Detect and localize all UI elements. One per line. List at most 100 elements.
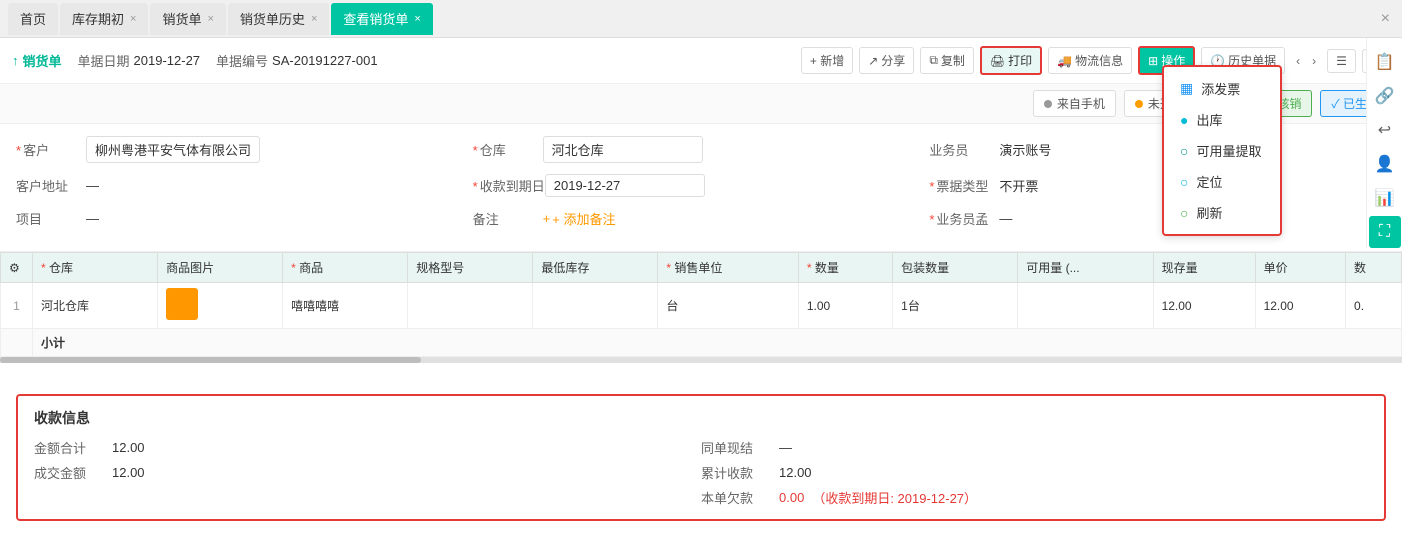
table-row: 1 河北仓库 嘻嘻嘻嘻 台 1.00 1台 12.00 12.00 0. [1, 283, 1402, 329]
col-quantity: * 数量 [798, 253, 892, 283]
add-invoice-item[interactable]: ▦ 添发票 [1164, 73, 1280, 104]
payment-grid: 金额合计 12.00 同单现结 — 成交金额 12.00 累计收款 12.00 … [34, 438, 1368, 507]
right-sidebar: 📋 🔗 ↩ 👤 📊 ⛶ [1366, 38, 1402, 248]
total-amount-value: 12.00 [112, 440, 145, 455]
from-phone-button[interactable]: 来自手机 [1033, 90, 1116, 117]
same-order-row: 同单现结 — [701, 438, 1368, 457]
operation-dropdown: ▦ 添发票 ● 出库 ○ 可用量提取 ○ 定位 ○ 刷新 [1162, 65, 1282, 236]
staff-field: 业务员 演示账号 [929, 137, 1386, 162]
scroll-bar[interactable] [0, 357, 1402, 363]
tab-check-sales-close[interactable]: × [414, 13, 420, 25]
sidebar-icon-user[interactable]: 👤 [1369, 148, 1401, 180]
project-field: 项目 — [16, 208, 473, 229]
copy-button[interactable]: ⧉ 复制 [920, 47, 974, 74]
refresh-item[interactable]: ○ 刷新 [1164, 197, 1280, 228]
print-icon: 🖨 [990, 54, 1005, 68]
sidebar-icon-return[interactable]: ↩ [1369, 114, 1401, 146]
copy-icon: ⧉ [929, 53, 938, 68]
cumulative-row: 累计收款 12.00 [701, 463, 1368, 482]
subtotal-label: 小计 [33, 329, 1402, 357]
add-note-button[interactable]: + + 添加备注 [543, 209, 616, 228]
prev-arrow[interactable]: ‹ [1291, 51, 1305, 71]
data-table: ⚙ * 仓库 商品图片 * 商品 规格型号 最低库存 * 销售单位 * 数量 包… [0, 252, 1402, 357]
row-available [1018, 283, 1153, 329]
tab-sales-order-close[interactable]: × [207, 13, 213, 25]
tab-check-sales[interactable]: 查看销货单 × [331, 3, 432, 35]
same-order-value: — [779, 440, 792, 455]
warehouse-field: *仓库 河北仓库 [473, 136, 930, 163]
sidebar-icon-chart[interactable]: 📊 [1369, 182, 1401, 214]
out-warehouse-icon: ● [1180, 112, 1188, 128]
row-product: 嘻嘻嘻嘻 [283, 283, 408, 329]
phone-dot-icon [1044, 100, 1052, 108]
refresh-icon: ○ [1180, 205, 1188, 221]
note-field: 备注 + + 添加备注 [473, 209, 930, 228]
share-icon: ↗ [868, 54, 878, 68]
logistics-icon: 🚚 [1057, 54, 1072, 68]
row-num: 1 [1, 283, 33, 329]
cumulative-value: 12.00 [779, 465, 812, 480]
doc-num-item: 单据编号 SA-20191227-001 [216, 51, 378, 70]
col-product: * 商品 [283, 253, 408, 283]
locate-item[interactable]: ○ 定位 [1164, 166, 1280, 197]
new-button[interactable]: + 新增 [801, 47, 853, 74]
toolbar: + 新增 ↗ 分享 ⧉ 复制 🖨 打印 🚚 物流信息 ⊞ 操作 � [801, 46, 1390, 75]
row-pack-qty: 1台 [893, 283, 1018, 329]
tab-sales-history-close[interactable]: × [311, 13, 317, 25]
scroll-thumb [0, 357, 421, 363]
staff2-field: *业务员孟 — [929, 208, 1386, 229]
unopened-dot-icon [1135, 100, 1143, 108]
sidebar-icon-expand[interactable]: ⛶ [1369, 216, 1401, 248]
sidebar-icon-clipboard[interactable]: 📋 [1369, 46, 1401, 78]
address-value: — [86, 175, 246, 196]
tab-inventory-init[interactable]: 库存期初 × [60, 3, 148, 35]
col-min-stock: 最低库存 [533, 253, 658, 283]
col-sales-unit: * 销售单位 [658, 253, 798, 283]
ticket-value: 不开票 [999, 173, 1159, 198]
customer-value[interactable]: 柳州粤港平安气体有限公司 [86, 136, 260, 163]
customer-field: *客户 柳州粤港平安气体有限公司 [16, 136, 473, 163]
due-note: （收款到期日: 2019-12-27） [812, 488, 977, 507]
row-amount: 0. [1346, 283, 1402, 329]
total-amount-row: 金额合计 12.00 [34, 438, 701, 457]
list-view-button[interactable]: ☰ [1327, 49, 1356, 73]
staff-value: 演示账号 [999, 137, 1159, 162]
current-due-value: 0.00 [779, 490, 804, 505]
col-product-img: 商品图片 [158, 253, 283, 283]
row-quantity: 1.00 [798, 283, 892, 329]
out-warehouse-item[interactable]: ● 出库 [1164, 104, 1280, 135]
tab-inventory-init-close[interactable]: × [130, 13, 136, 25]
logistics-button[interactable]: 🚚 物流信息 [1048, 47, 1132, 74]
ticket-field: *票据类型 不开票 [929, 173, 1386, 198]
doc-meta: 单据日期 2019-12-27 单据编号 SA-20191227-001 [78, 51, 801, 70]
product-image [166, 288, 198, 320]
warehouse-value[interactable]: 河北仓库 [543, 136, 703, 163]
due-date-value[interactable]: 2019-12-27 [545, 174, 705, 197]
sidebar-icon-link[interactable]: 🔗 [1369, 80, 1401, 112]
tab-sales-history[interactable]: 销货单历史 × [228, 3, 329, 35]
share-button[interactable]: ↗ 分享 [859, 47, 914, 74]
window-close-button[interactable]: × [1381, 10, 1390, 28]
row-stock: 12.00 [1153, 283, 1255, 329]
tab-home[interactable]: 首页 [8, 3, 58, 35]
table-container: ⚙ * 仓库 商品图片 * 商品 规格型号 最低库存 * 销售单位 * 数量 包… [0, 252, 1402, 382]
deal-amount-value: 12.00 [112, 465, 145, 480]
available-pickup-icon: ○ [1180, 143, 1188, 159]
payment-panel: 收款信息 金额合计 12.00 同单现结 — 成交金额 12.00 累计收款 1… [16, 394, 1386, 521]
col-available: 可用量 (... [1018, 253, 1153, 283]
doc-title: ↑ 销货单 [12, 51, 62, 70]
col-warehouse: * 仓库 [33, 253, 158, 283]
next-arrow[interactable]: › [1307, 51, 1321, 71]
row-unit-price: 12.00 [1255, 283, 1345, 329]
available-pickup-item[interactable]: ○ 可用量提取 [1164, 135, 1280, 166]
payment-panel-title: 收款信息 [34, 408, 1368, 428]
col-stock: 现存量 [1153, 253, 1255, 283]
nav-arrows: ‹ › [1291, 51, 1321, 71]
subtotal-row: 小计 [1, 329, 1402, 357]
row-sales-unit: 台 [658, 283, 798, 329]
tab-sales-order[interactable]: 销货单 × [150, 3, 225, 35]
project-value: — [86, 208, 246, 229]
add-invoice-icon: ▦ [1180, 80, 1193, 97]
print-button[interactable]: 🖨 打印 [980, 46, 1042, 75]
col-settings[interactable]: ⚙ [1, 253, 33, 283]
